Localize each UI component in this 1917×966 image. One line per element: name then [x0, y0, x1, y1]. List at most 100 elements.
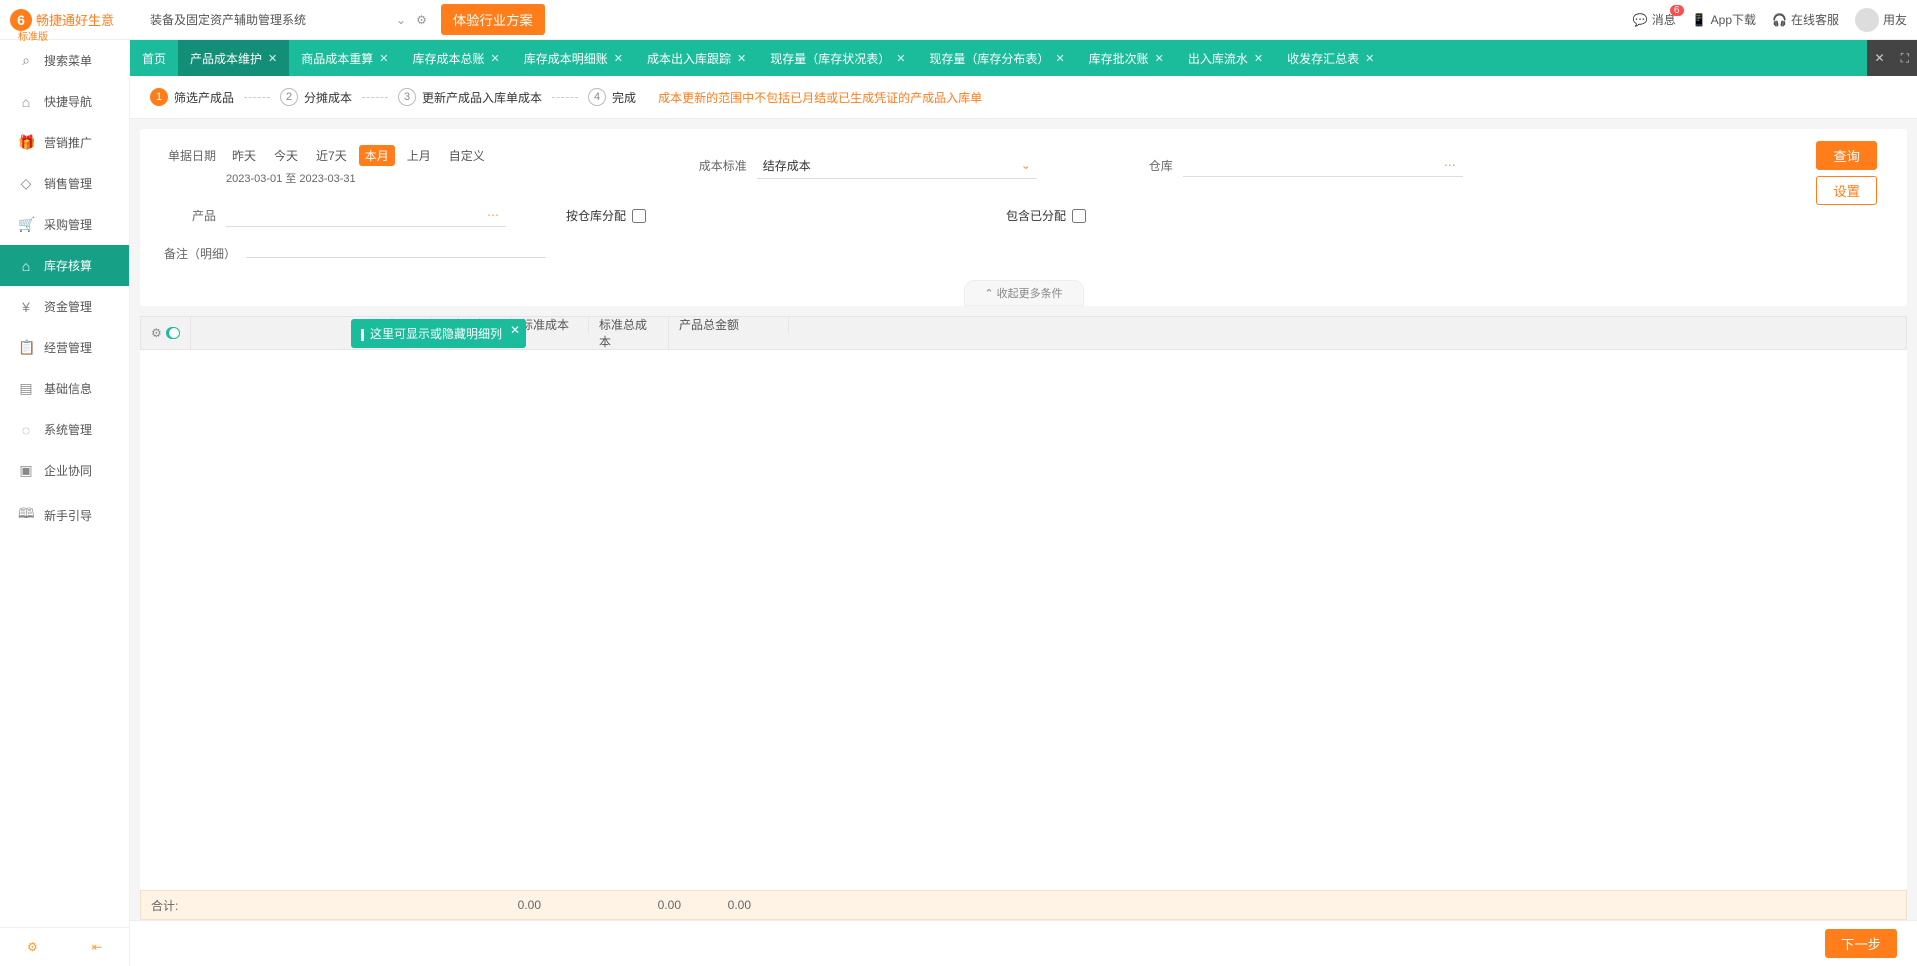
sidebar-label: 销售管理 — [44, 175, 92, 192]
sidebar-item-1[interactable]: ⌂ 快捷导航 — [0, 81, 129, 122]
close-tooltip-icon[interactable]: ✕ — [510, 323, 520, 337]
tab-7[interactable]: 现存量（库存分布表） ✕ — [917, 40, 1076, 76]
column-header-4[interactable]: 产品总金额 — [669, 316, 789, 333]
tab-label: 现存量（库存分布表） — [929, 50, 1049, 67]
sidebar-label: 快捷导航 — [44, 93, 92, 110]
cost-standard-select[interactable]: 结存成本 ⌄ — [757, 153, 1037, 179]
promo-button[interactable]: 体验行业方案 — [441, 4, 545, 35]
date-option-1[interactable]: 今天 — [268, 145, 304, 166]
sidebar-icon: 🎁 — [18, 134, 34, 151]
date-option-5[interactable]: 自定义 — [443, 145, 491, 166]
collapse-sidebar-icon[interactable]: ⇤ — [92, 940, 102, 954]
tab-label: 库存批次账 — [1089, 50, 1149, 67]
step-label: 筛选产成品 — [174, 89, 234, 106]
app-download-link[interactable]: 📱 App下载 — [1692, 11, 1756, 28]
sidebar-label: 库存核算 — [44, 257, 92, 274]
tooltip-text: 这里可显示或隐藏明细列 — [370, 327, 502, 341]
step-number: 2 — [280, 88, 298, 106]
collapse-filter[interactable]: ⌃ 收起更多条件 — [964, 280, 1084, 306]
close-tab-icon[interactable]: ✕ — [1055, 52, 1064, 65]
column-header-3[interactable]: 标准总成本 — [589, 316, 669, 350]
sidebar-item-5[interactable]: ⌂ 库存核算 — [0, 245, 129, 286]
close-tab-icon[interactable]: ✕ — [896, 52, 905, 65]
sidebar-label: 经营管理 — [44, 339, 92, 356]
close-all-tabs-icon[interactable]: ✕ — [1867, 51, 1893, 65]
remark-label: 备注（明细） — [160, 245, 236, 262]
remark-input[interactable] — [246, 249, 546, 258]
close-tab-icon[interactable]: ✕ — [1365, 52, 1374, 65]
sidebar-icon: ⌂ — [18, 258, 34, 274]
close-tab-icon[interactable]: ✕ — [614, 52, 623, 65]
cost-standard-value: 结存成本 — [763, 157, 811, 174]
sidebar-item-10[interactable]: ▣企业协同 — [0, 450, 129, 491]
tab-1[interactable]: 产品成本维护✕ — [178, 40, 289, 76]
warehouse-select[interactable]: ⋯ — [1183, 154, 1463, 177]
tab-3[interactable]: 库存成本总账✕ — [400, 40, 511, 76]
fullscreen-icon[interactable]: ⛶ — [1893, 51, 1917, 66]
date-option-0[interactable]: 昨天 — [226, 145, 262, 166]
table-body — [140, 350, 1907, 890]
sidebar-label: 新手引导 — [44, 507, 92, 524]
footer-val-3: 0.00 — [691, 898, 761, 912]
step-label: 更新产成品入库单成本 — [422, 89, 542, 106]
date-label: 单据日期 — [160, 147, 216, 164]
close-tab-icon[interactable]: ✕ — [379, 52, 388, 65]
tab-9[interactable]: 出入库流水 ✕ — [1176, 40, 1275, 76]
support-link[interactable]: 🎧 在线客服 — [1772, 11, 1839, 28]
column-settings[interactable]: ⚙ — [141, 317, 191, 349]
close-tab-icon[interactable]: ✕ — [1254, 52, 1263, 65]
sidebar-item-6[interactable]: ¥资金管理 — [0, 286, 129, 327]
sidebar: ⌕搜索菜单 ⌂ 快捷导航 🎁 营销推广 ◇销售管理🛒采购管理 ⌂ 库存核算 ¥资金管理📋经营管理… — [0, 40, 130, 966]
close-tab-icon[interactable]: ✕ — [737, 52, 746, 65]
column-label: 产品总金额 — [679, 316, 739, 333]
sidebar-item-8[interactable]: ▤基础信息 — [0, 368, 129, 409]
gear-icon[interactable]: ⚙ — [416, 13, 427, 27]
date-option-4[interactable]: 上月 — [401, 145, 437, 166]
tab-4[interactable]: 库存成本明细账✕ — [512, 40, 635, 76]
by-warehouse-checkbox[interactable] — [632, 209, 646, 223]
tab-0[interactable]: 首页 — [130, 40, 178, 76]
tooltip: 这里可显示或隐藏明细列 ✕ — [351, 319, 526, 348]
tab-8[interactable]: 库存批次账 ✕ — [1077, 40, 1176, 76]
step-2: 3更新产成品入库单成本 — [398, 88, 542, 106]
logo-text: 畅捷通好生意 — [36, 10, 114, 29]
tab-label: 出入库流水 — [1188, 50, 1248, 67]
gear-icon: ⚙ — [151, 326, 162, 340]
close-tab-icon[interactable]: ✕ — [491, 52, 500, 65]
step-warning: 成本更新的范围中不包括已月结或已生成凭证的产成品入库单 — [658, 89, 982, 106]
sidebar-item-11[interactable]: 🕮新手引导 — [0, 491, 129, 539]
tab-5[interactable]: 成本出入库跟踪✕ — [635, 40, 758, 76]
sidebar-item-3[interactable]: ◇销售管理 — [0, 163, 129, 204]
headset-icon: 🎧 — [1772, 13, 1787, 27]
date-option-3[interactable]: 本月 — [359, 145, 395, 166]
tab-6[interactable]: 现存量（库存状况表）✕ — [758, 40, 917, 76]
include-allocated-checkbox[interactable] — [1072, 209, 1086, 223]
system-selector[interactable]: 装备及固定资产辅助管理系统 ⌄ — [150, 11, 406, 28]
sidebar-label: 系统管理 — [44, 421, 92, 438]
sidebar-item-9[interactable]: ◌系统管理 — [0, 409, 129, 450]
date-option-2[interactable]: 近7天 — [310, 145, 353, 166]
settings-icon[interactable]: ⚙ — [27, 940, 38, 954]
product-select[interactable]: ⋯ — [226, 204, 506, 227]
close-tab-icon[interactable]: ✕ — [268, 52, 277, 65]
settings-button[interactable]: 设置 — [1816, 176, 1877, 205]
sidebar-label: 营销推广 — [44, 134, 92, 151]
step-label: 完成 — [612, 89, 636, 106]
sidebar-item-7[interactable]: 📋经营管理 — [0, 327, 129, 368]
tab-2[interactable]: 商品成本重算✕ — [289, 40, 400, 76]
step-3: 4完成 — [588, 88, 636, 106]
sidebar-item-4[interactable]: 🛒采购管理 — [0, 204, 129, 245]
tab-10[interactable]: 收发存汇总表✕ — [1275, 40, 1386, 76]
close-tab-icon[interactable]: ✕ — [1155, 52, 1164, 65]
user-menu[interactable]: 用友 — [1855, 8, 1907, 32]
date-options: 昨天今天近7天本月上月自定义 — [226, 145, 491, 166]
sidebar-icon: 🛒 — [18, 216, 34, 233]
query-button[interactable]: 查询 — [1816, 141, 1877, 170]
messages-link[interactable]: 💬 消息 6 — [1633, 11, 1676, 28]
sidebar-item-2[interactable]: 🎁 营销推广 — [0, 122, 129, 163]
detail-toggle[interactable] — [166, 327, 180, 339]
sidebar-icon: ⌂ — [18, 94, 34, 110]
next-button[interactable]: 下一步 — [1825, 929, 1897, 958]
sidebar-item-0[interactable]: ⌕搜索菜单 — [0, 40, 129, 81]
app-header: 6 畅捷通好生意 标准版 装备及固定资产辅助管理系统 ⌄ ⚙ 体验行业方案 💬 … — [0, 0, 1917, 40]
